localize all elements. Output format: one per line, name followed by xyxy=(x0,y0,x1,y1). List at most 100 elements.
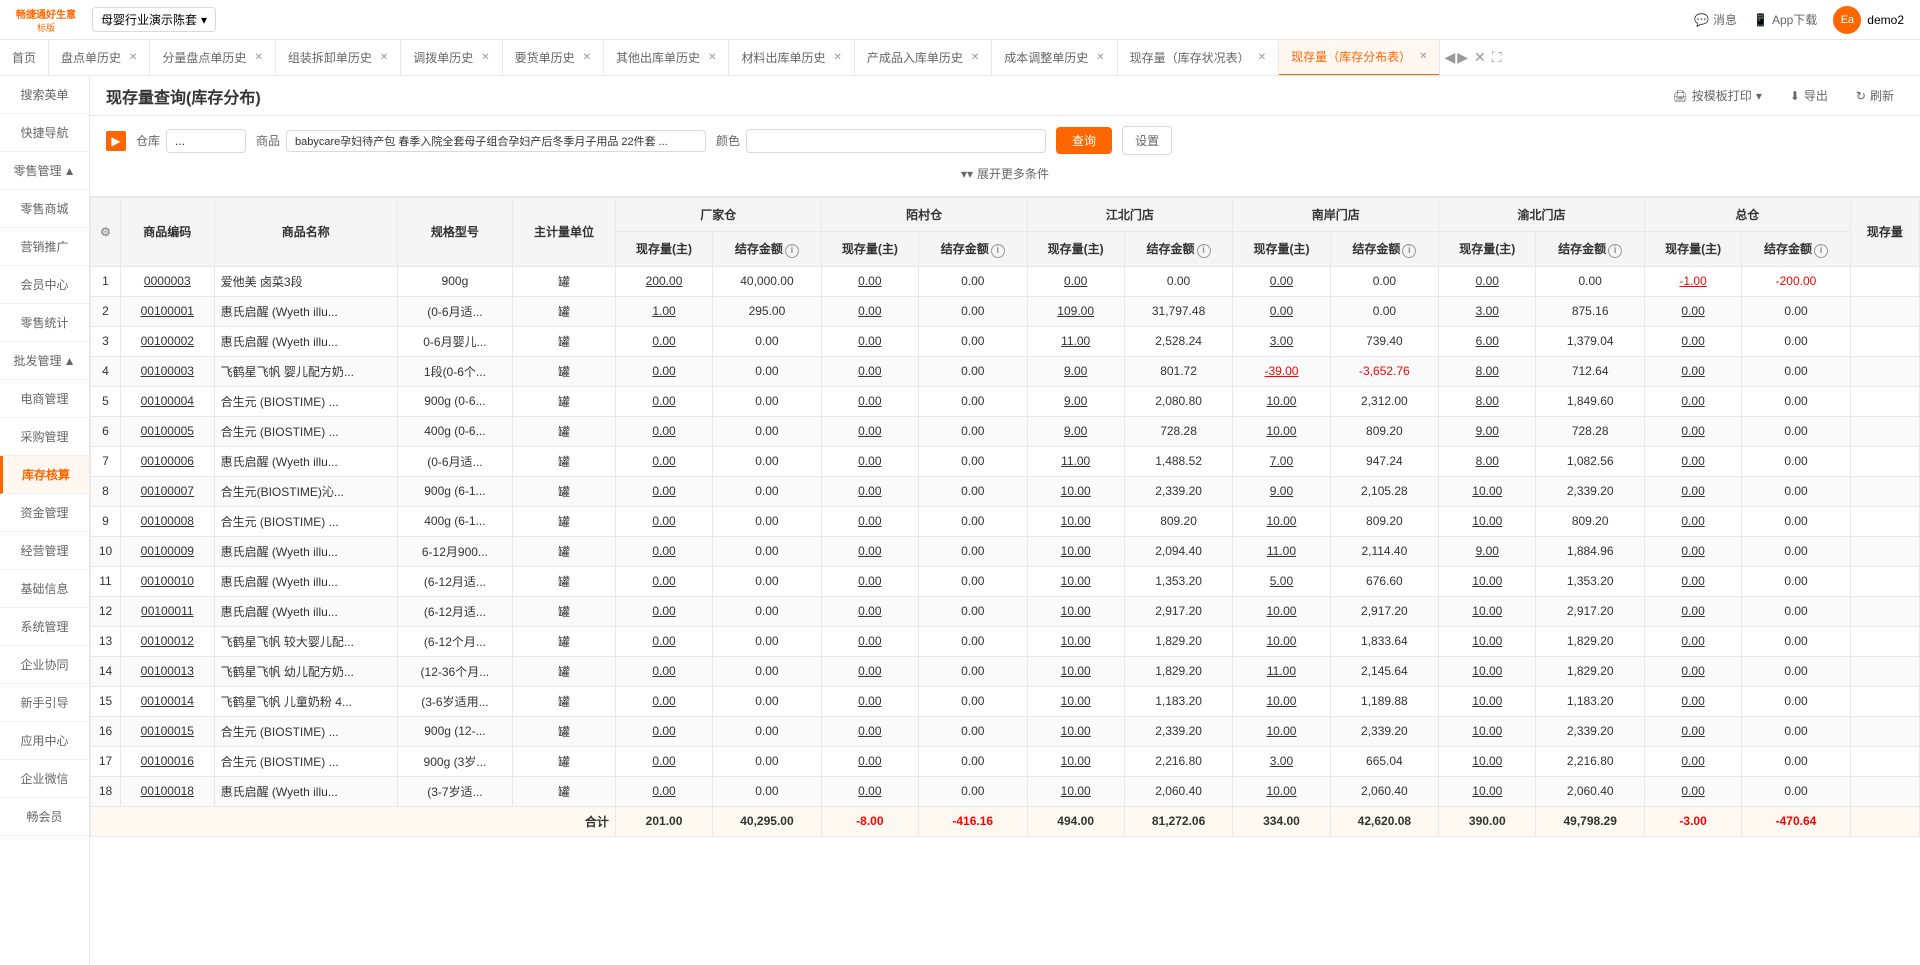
row-t-qty: 0.00 xyxy=(1644,506,1741,536)
row-t-amt: 0.00 xyxy=(1742,596,1851,626)
th-c2-amt: 结存金额i xyxy=(918,232,1027,267)
filter-toggle-btn[interactable]: ▶ xyxy=(106,131,126,151)
tab-1[interactable]: 盘点单历史 ✕ xyxy=(49,40,150,76)
filter-row: ▶ 仓库 商品 颜色 xyxy=(106,126,1904,155)
row-c4-qty: 10.00 xyxy=(1233,716,1330,746)
th-gear[interactable]: ⚙ xyxy=(91,198,121,267)
tab-close-7[interactable]: ✕ xyxy=(833,52,841,63)
message-btn[interactable]: 💬 消息 xyxy=(1694,11,1737,28)
sidebar-item-wholesale[interactable]: 批发管理 ▲ xyxy=(0,342,89,380)
row-c4-amt: 2,312.00 xyxy=(1330,386,1439,416)
info-icon-6[interactable]: i xyxy=(1814,244,1828,258)
tab-9[interactable]: 成本调整单历史 ✕ xyxy=(992,40,1117,76)
sidebar-item-member[interactable]: 会员中心 xyxy=(0,266,89,304)
info-icon-1[interactable]: i xyxy=(785,244,799,258)
tab-close-8[interactable]: ✕ xyxy=(971,52,979,63)
sidebar-item-app-center[interactable]: 应用中心 xyxy=(0,722,89,760)
app-download-btn[interactable]: 📱 App下载 xyxy=(1753,11,1817,28)
sidebar-item-sys-mgmt[interactable]: 系统管理 xyxy=(0,608,89,646)
expand-conditions-row: ▾▾ 展开更多条件 xyxy=(106,161,1904,186)
tab-next-btn[interactable]: ▶ xyxy=(1457,49,1468,66)
tab-fullscreen-btn[interactable]: ⛶ xyxy=(1492,49,1502,66)
top-bar: 畅捷通好生意 标版 母婴行业演示陈套 ▾ 💬 消息 📱 App下载 Ea dem xyxy=(0,0,1920,40)
th-unit: 主计量单位 xyxy=(512,198,615,267)
row-no: 6 xyxy=(91,416,121,446)
sidebar-item-marketing[interactable]: 营销推广 xyxy=(0,228,89,266)
row-c2-amt: 0.00 xyxy=(918,416,1027,446)
export-btn[interactable]: ⬇ 导出 xyxy=(1780,83,1838,108)
row-c1-qty: 0.00 xyxy=(615,566,712,596)
tab-6[interactable]: 其他出库单历史 ✕ xyxy=(604,40,729,76)
settings-btn[interactable]: 设置 xyxy=(1122,126,1172,155)
color-input[interactable] xyxy=(746,129,1046,153)
print-btn[interactable]: 🖨 按模板打印 ▾ xyxy=(1663,83,1772,108)
tab-3[interactable]: 组装拆卸单历史 ✕ xyxy=(276,40,401,76)
info-icon-3[interactable]: i xyxy=(1197,244,1211,258)
sidebar-item-inventory[interactable]: 库存核算 xyxy=(0,456,89,494)
expand-conditions-btn[interactable]: ▾▾ 展开更多条件 xyxy=(961,161,1049,186)
row-code: 0000003 xyxy=(121,266,215,296)
sidebar-item-purchase[interactable]: 采购管理 xyxy=(0,418,89,456)
tab-prev-btn[interactable]: ◀ xyxy=(1444,49,1455,66)
tab-2[interactable]: 分量盘点单历史 ✕ xyxy=(150,40,275,76)
gear-icon[interactable]: ⚙ xyxy=(100,225,111,239)
sidebar-item-wechat[interactable]: 企业微信 xyxy=(0,760,89,798)
tab-close-9[interactable]: ✕ xyxy=(1096,52,1104,63)
product-input[interactable] xyxy=(286,130,706,152)
row-c1-qty: 0.00 xyxy=(615,356,712,386)
sidebar-item-operations[interactable]: 经营管理 xyxy=(0,532,89,570)
row-c4-amt: 0.00 xyxy=(1330,266,1439,296)
sidebar-item-basic-info[interactable]: 基础信息 xyxy=(0,570,89,608)
info-icon-5[interactable]: i xyxy=(1608,244,1622,258)
row-c3-amt: 31,797.48 xyxy=(1124,296,1233,326)
tab-10[interactable]: 现存量（库存状况表） ✕ xyxy=(1118,40,1279,76)
refresh-btn[interactable]: ↻ 刷新 xyxy=(1846,83,1904,108)
sidebar-item-guide[interactable]: 新手引导 xyxy=(0,684,89,722)
tab-close-6[interactable]: ✕ xyxy=(708,52,716,63)
query-btn[interactable]: 查询 xyxy=(1056,127,1112,154)
row-unit: 罐 xyxy=(512,296,615,326)
tab-close-4[interactable]: ✕ xyxy=(481,52,489,63)
row-t-amt: 0.00 xyxy=(1742,296,1851,326)
tab-close-2[interactable]: ✕ xyxy=(254,52,262,63)
company-selector[interactable]: 母婴行业演示陈套 ▾ xyxy=(92,7,216,32)
tab-close-3[interactable]: ✕ xyxy=(380,52,388,63)
table-row: 13 00100012 飞鹤星飞帆 较大婴儿配... (6-12个月... 罐 … xyxy=(91,626,1920,656)
row-c5-amt: 1,829.20 xyxy=(1536,656,1645,686)
info-icon-2[interactable]: i xyxy=(991,244,1005,258)
row-c4-amt: 739.40 xyxy=(1330,326,1439,356)
tab-close-1[interactable]: ✕ xyxy=(129,52,137,63)
tab-close-5[interactable]: ✕ xyxy=(583,52,591,63)
user-profile[interactable]: Ea demo2 xyxy=(1833,6,1904,34)
message-icon: 💬 xyxy=(1694,13,1709,27)
summary-t-qty: -3.00 xyxy=(1644,806,1741,836)
row-c2-amt: 0.00 xyxy=(918,566,1027,596)
row-c2-qty: 0.00 xyxy=(821,776,918,806)
sidebar-item-ecommerce[interactable]: 电商管理 xyxy=(0,380,89,418)
row-t-qty: 0.00 xyxy=(1644,656,1741,686)
row-c5-amt: 728.28 xyxy=(1536,416,1645,446)
sidebar-item-nav[interactable]: 快捷导航 xyxy=(0,114,89,152)
tab-8[interactable]: 产成品入库单历史 ✕ xyxy=(855,40,992,76)
warehouse-input[interactable] xyxy=(166,129,246,153)
tab-close-11[interactable]: ✕ xyxy=(1419,51,1427,62)
tab-close-all-btn[interactable]: ✕ xyxy=(1474,49,1486,66)
tab-home[interactable]: 首页 xyxy=(0,40,49,76)
row-c3-qty: 10.00 xyxy=(1027,506,1124,536)
sidebar-item-enterprise[interactable]: 企业协同 xyxy=(0,646,89,684)
sidebar-item-search[interactable]: 搜索英单 xyxy=(0,76,89,114)
row-c4-qty: -39.00 xyxy=(1233,356,1330,386)
sidebar-item-retail-mgmt[interactable]: 零售管理 ▲ xyxy=(0,152,89,190)
sidebar-item-finance[interactable]: 资金管理 xyxy=(0,494,89,532)
sidebar-item-member2[interactable]: 畅会员 xyxy=(0,798,89,836)
tab-4[interactable]: 调拨单历史 ✕ xyxy=(401,40,502,76)
sidebar-item-retail-stats[interactable]: 零售统计 xyxy=(0,304,89,342)
tab-5[interactable]: 要货单历史 ✕ xyxy=(503,40,604,76)
tab-close-10[interactable]: ✕ xyxy=(1258,52,1266,63)
tab-11[interactable]: 现存量（库存分布表） ✕ xyxy=(1279,40,1440,76)
sidebar-item-retail-mall[interactable]: 零售商城 xyxy=(0,190,89,228)
info-icon-4[interactable]: i xyxy=(1402,244,1416,258)
row-t-qty: 0.00 xyxy=(1644,386,1741,416)
tab-7[interactable]: 材料出库单历史 ✕ xyxy=(729,40,854,76)
row-c3-amt: 2,060.40 xyxy=(1124,776,1233,806)
